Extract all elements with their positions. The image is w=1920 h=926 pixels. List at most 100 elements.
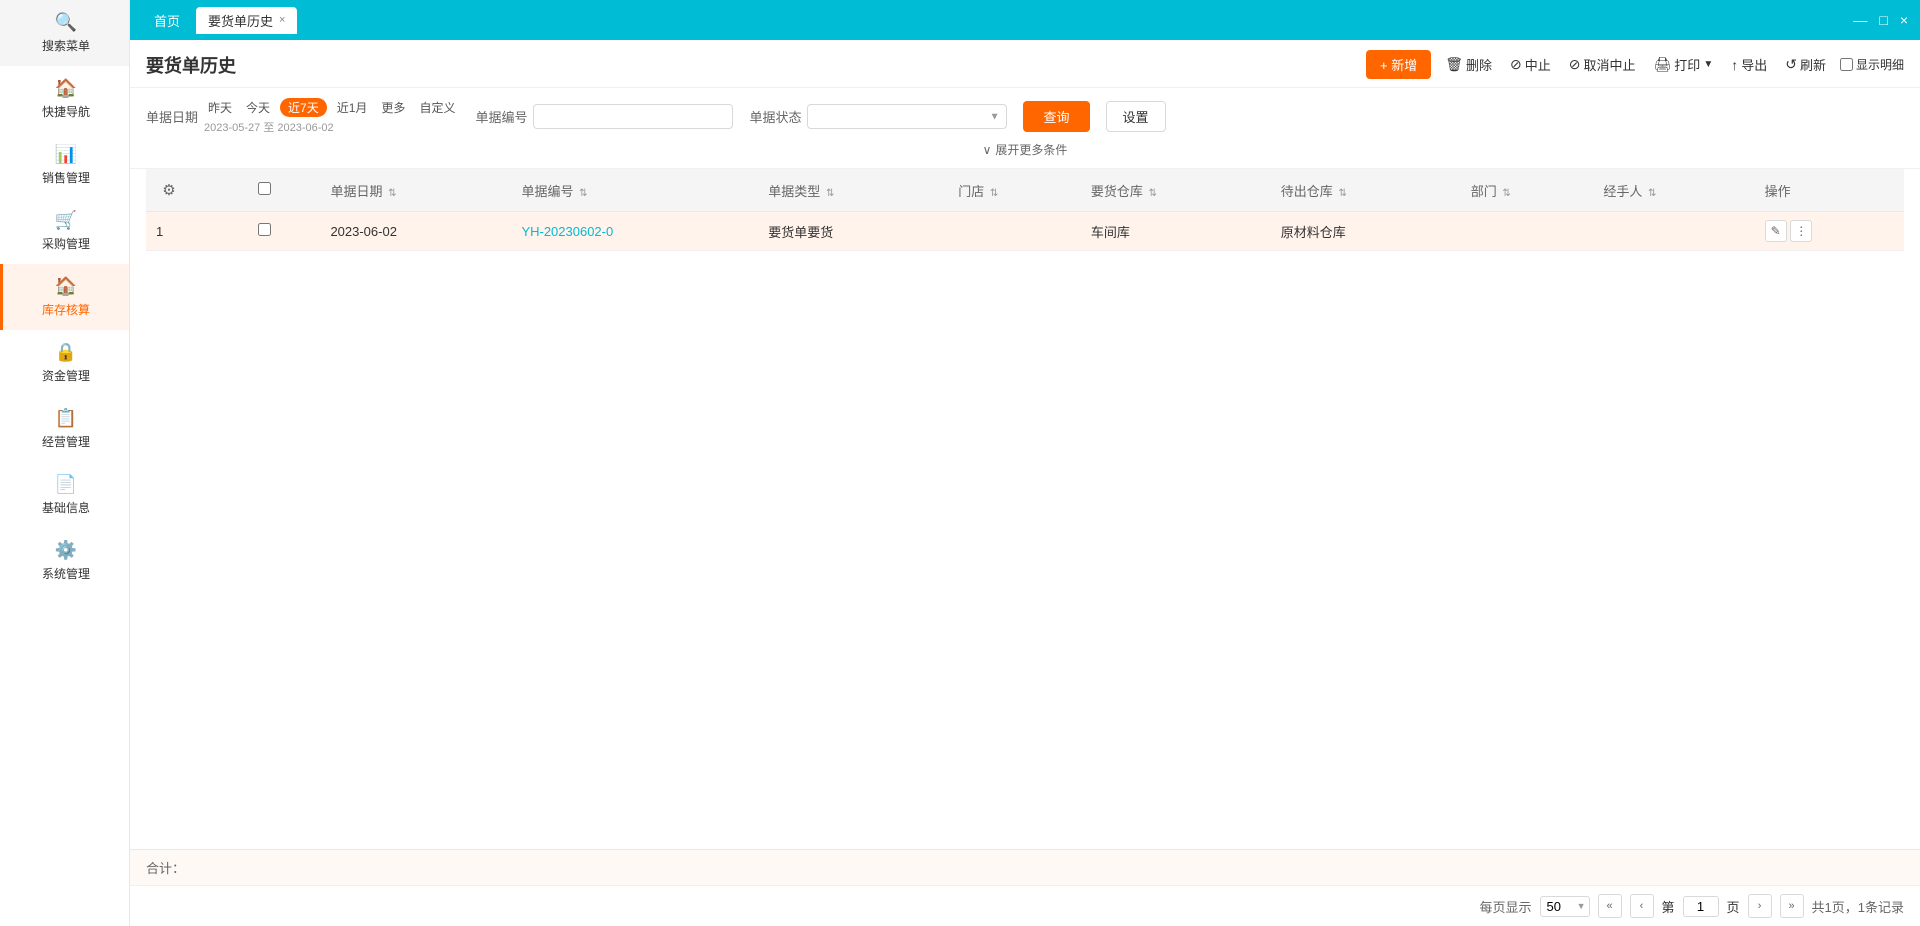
cell-index: 1 — [146, 212, 248, 251]
per-page-label: 每页显示 — [1479, 897, 1531, 916]
export-button[interactable]: ↑ 导出 — [1727, 53, 1771, 76]
sidebar-item-label: 搜索菜单 — [42, 37, 90, 54]
sort-department-icon[interactable]: ⇅ — [1502, 188, 1510, 199]
delete-label: 删除 — [1466, 55, 1492, 74]
date-btn-today[interactable]: 今天 — [242, 98, 274, 117]
sort-handler-icon[interactable]: ⇅ — [1648, 188, 1656, 199]
sidebar-item-purchase-mgmt[interactable]: 🛒 采购管理 — [0, 198, 129, 264]
sidebar-item-finance-mgmt[interactable]: 🔒 资金管理 — [0, 330, 129, 396]
sidebar-item-label: 系统管理 — [42, 565, 90, 582]
row-checkbox[interactable] — [258, 223, 271, 236]
delete-button[interactable]: 🗑 删除 — [1441, 53, 1496, 76]
doc-no-filter-group: 单据编号 — [475, 104, 733, 129]
date-btn-more[interactable]: 更多 — [377, 98, 409, 117]
content-area: 要货单历史 + 新增 🗑 删除 ⊘ 中止 ⊘ 取消中止 🖨 打印 — [130, 40, 1920, 926]
tab-active[interactable]: 要货单历史 × — [196, 7, 297, 34]
status-filter-group: 单据状态 — [749, 104, 1007, 129]
sidebar-item-operations-mgmt[interactable]: 📋 经营管理 — [0, 396, 129, 462]
row-edit-button[interactable]: ✎ — [1765, 220, 1787, 242]
table-head: ⚙ 单据日期 ⇅ 单据编号 ⇅ — [146, 169, 1904, 212]
cancel-stop-button[interactable]: ⊘ 取消中止 — [1565, 53, 1640, 76]
cell-req-warehouse: 车间库 — [1081, 212, 1271, 251]
sidebar-item-system-mgmt[interactable]: ⚙️ 系统管理 — [0, 528, 129, 594]
date-btn-custom[interactable]: 自定义 — [415, 98, 459, 117]
refresh-button[interactable]: ↺ 刷新 — [1781, 53, 1830, 76]
sidebar-item-basic-info[interactable]: 📄 基础信息 — [0, 462, 129, 528]
print-icon: 🖨 — [1654, 56, 1672, 73]
sort-doc-type-icon[interactable]: ⇅ — [826, 188, 834, 199]
select-all-checkbox[interactable] — [258, 182, 271, 195]
expand-down-icon: ∨ — [983, 143, 992, 157]
stop-button[interactable]: ⊘ 中止 — [1506, 53, 1555, 76]
sidebar-item-inventory[interactable]: 🏠 库存核算 — [0, 264, 129, 330]
delete-icon: 🗑 — [1445, 56, 1463, 73]
row-doc-type: 要货单要货 — [768, 225, 833, 240]
per-page-wrapper: 50 10 20 100 — [1540, 896, 1590, 917]
topbar-right: — □ × — [1853, 12, 1908, 28]
col-actions: 操作 — [1755, 169, 1904, 212]
row-more-button[interactable]: ⋮ — [1790, 220, 1812, 242]
finance-icon: 🔒 — [55, 342, 77, 363]
sidebar-item-label: 快捷导航 — [42, 103, 90, 120]
query-button[interactable]: 查询 — [1023, 101, 1089, 132]
sort-doc-no-icon[interactable]: ⇅ — [579, 188, 587, 199]
filter-row: 单据日期 昨天 今天 近7天 近1月 更多 自定义 2023-05-27 至 2… — [146, 98, 1904, 135]
table-header-row: ⚙ 单据日期 ⇅ 单据编号 ⇅ — [146, 169, 1904, 212]
toolbar: + 新增 🗑 删除 ⊘ 中止 ⊘ 取消中止 🖨 打印 ▼ — [1366, 50, 1904, 79]
last-page-button[interactable]: » — [1780, 894, 1804, 918]
sidebar-item-label: 资金管理 — [42, 367, 90, 384]
per-page-select[interactable]: 50 10 20 100 — [1540, 896, 1590, 917]
sort-pending-warehouse-icon[interactable]: ⇅ — [1338, 188, 1346, 199]
cancel-stop-icon: ⊘ — [1569, 56, 1581, 73]
next-page-button[interactable]: › — [1748, 894, 1772, 918]
total-label: 合计： — [146, 858, 185, 877]
page-total: 共1页，1条记录 — [1812, 897, 1904, 916]
col-req-warehouse-label: 要货仓库 — [1091, 184, 1143, 199]
tab-home-label: 首页 — [154, 11, 180, 30]
col-doc-type: 单据类型 ⇅ — [758, 169, 948, 212]
prev-page-button[interactable]: ‹ — [1630, 894, 1654, 918]
table-settings-icon[interactable]: ⚙ — [156, 177, 182, 203]
show-detail-checkbox[interactable] — [1840, 58, 1853, 71]
home-icon: 🏠 — [55, 78, 77, 99]
cell-doc-no: YH-20230602-0 — [511, 212, 758, 251]
sidebar-item-sales-mgmt[interactable]: 📊 销售管理 — [0, 132, 129, 198]
show-detail-button[interactable]: 显示明细 — [1840, 56, 1904, 73]
col-store: 门店 ⇅ — [948, 169, 1081, 212]
cell-handler — [1593, 212, 1754, 251]
doc-no-input[interactable] — [533, 104, 733, 129]
sidebar-item-search-menu[interactable]: 🔍 搜索菜单 — [0, 0, 129, 66]
status-select[interactable] — [807, 104, 1007, 129]
sort-store-icon[interactable]: ⇅ — [990, 188, 998, 199]
table-footer: 合计： — [130, 849, 1920, 885]
col-pending-warehouse-label: 待出仓库 — [1281, 184, 1333, 199]
window-close-icon[interactable]: × — [1900, 12, 1908, 28]
date-btn-7days[interactable]: 近7天 — [280, 98, 327, 117]
sidebar: 🔍 搜索菜单 🏠 快捷导航 📊 销售管理 🛒 采购管理 🏠 库存核算 🔒 资金管… — [0, 0, 130, 926]
tab-close-icon[interactable]: × — [279, 14, 285, 26]
date-btn-1month[interactable]: 近1月 — [333, 98, 372, 117]
date-btn-yesterday[interactable]: 昨天 — [204, 98, 236, 117]
col-handler-label: 经手人 — [1603, 184, 1642, 199]
first-page-button[interactable]: « — [1598, 894, 1622, 918]
expand-more-button[interactable]: ∨ 展开更多条件 — [146, 141, 1904, 158]
page-input[interactable] — [1683, 896, 1719, 917]
sort-doc-date-icon[interactable]: ⇅ — [388, 188, 396, 199]
tab-active-label: 要货单历史 — [208, 11, 273, 30]
print-button[interactable]: 🖨 打印 ▼ — [1650, 53, 1718, 76]
filter-area: 单据日期 昨天 今天 近7天 近1月 更多 自定义 2023-05-27 至 2… — [130, 88, 1920, 169]
sidebar-item-label: 基础信息 — [42, 499, 90, 516]
col-doc-date: 单据日期 ⇅ — [320, 169, 511, 212]
col-pending-warehouse: 待出仓库 ⇅ — [1271, 169, 1461, 212]
sidebar-item-quick-nav[interactable]: 🏠 快捷导航 — [0, 66, 129, 132]
col-req-warehouse: 要货仓库 ⇅ — [1081, 169, 1271, 212]
row-doc-no-link[interactable]: YH-20230602-0 — [521, 224, 613, 239]
data-table: ⚙ 单据日期 ⇅ 单据编号 ⇅ — [146, 169, 1904, 251]
filter-settings-button[interactable]: 设置 — [1106, 101, 1166, 132]
window-maximize-icon[interactable]: □ — [1879, 12, 1887, 28]
tab-home[interactable]: 首页 — [142, 7, 192, 34]
window-minimize-icon[interactable]: — — [1853, 12, 1867, 28]
new-button[interactable]: + 新增 — [1366, 50, 1431, 79]
sort-req-warehouse-icon[interactable]: ⇅ — [1148, 188, 1156, 199]
sidebar-item-label: 库存核算 — [42, 301, 90, 318]
